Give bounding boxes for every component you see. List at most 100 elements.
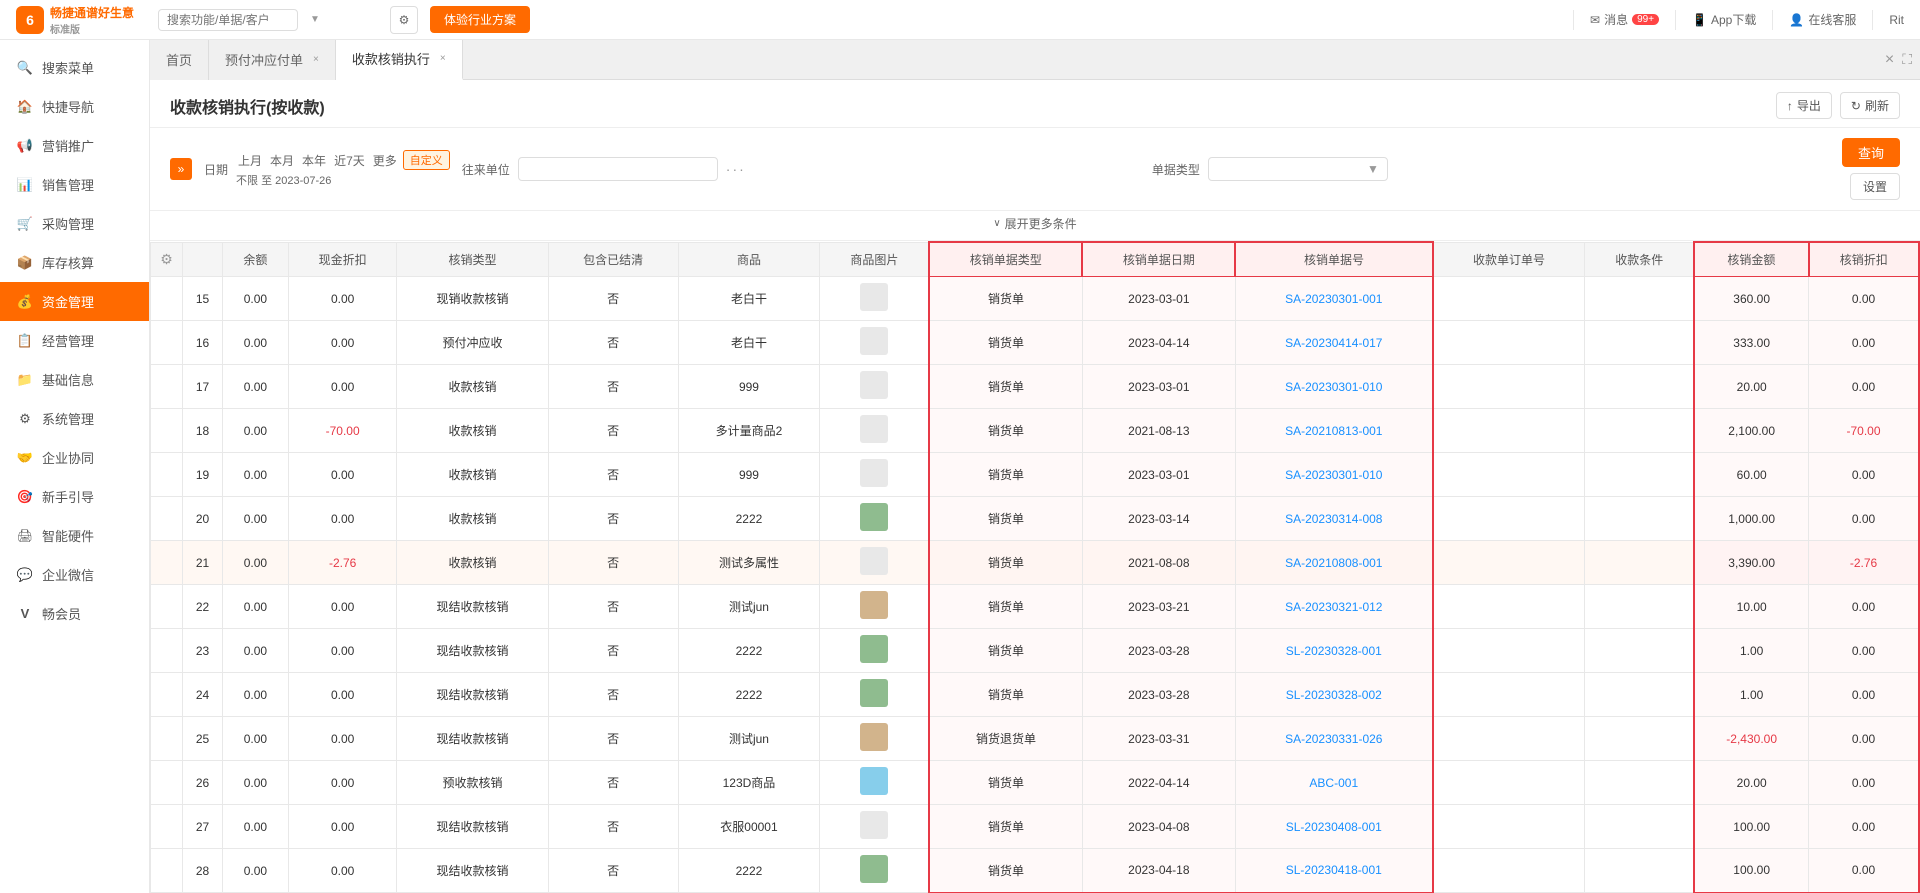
top-search-input[interactable] bbox=[158, 9, 298, 31]
query-btn[interactable]: 查询 bbox=[1842, 138, 1900, 167]
cell-receipt-condition bbox=[1585, 673, 1694, 717]
cell-included-settled: 否 bbox=[548, 629, 678, 673]
bill-no-link[interactable]: SA-20230301-001 bbox=[1285, 292, 1382, 306]
bill-no-link[interactable]: SA-20230331-026 bbox=[1285, 732, 1382, 746]
messages-btn[interactable]: ✉ 消息 99+ bbox=[1590, 11, 1659, 28]
cell-verify-bill-no: SA-20230301-010 bbox=[1235, 365, 1432, 409]
cell-verify-bill-date: 2023-03-01 bbox=[1082, 453, 1235, 497]
cell-receipt-condition bbox=[1585, 321, 1694, 365]
sidebar-item-guide[interactable]: 🎯 新手引导 bbox=[0, 477, 149, 516]
sidebar-item-sales[interactable]: 📊 销售管理 bbox=[0, 165, 149, 204]
sidebar-label-guide: 新手引导 bbox=[42, 487, 94, 506]
user-btn[interactable]: Rit bbox=[1889, 13, 1904, 27]
settings-btn[interactable]: ⚙ bbox=[390, 6, 418, 34]
bill-no-link[interactable]: SA-20230301-010 bbox=[1285, 380, 1382, 394]
cell-receipt-condition bbox=[1585, 365, 1694, 409]
cell-cash-discount: 0.00 bbox=[288, 453, 397, 497]
cell-verify-discount: 0.00 bbox=[1809, 453, 1919, 497]
filter-bar: » 日期 上月 本月 本年 近7天 更多 自定义 不限 至 2023-07-26 bbox=[150, 128, 1920, 211]
bill-no-link[interactable]: SA-20210813-001 bbox=[1285, 424, 1382, 438]
export-icon: ↑ bbox=[1787, 99, 1793, 113]
bill-no-link[interactable]: SA-20230414-017 bbox=[1285, 336, 1382, 350]
cell-verify-amount: 10.00 bbox=[1694, 585, 1808, 629]
refresh-btn[interactable]: ↻ 刷新 bbox=[1840, 92, 1900, 119]
date-custom-btn[interactable]: 自定义 bbox=[403, 150, 450, 170]
app-download-btn[interactable]: 📱 App下载 bbox=[1692, 11, 1756, 28]
cell-goods-img bbox=[820, 585, 929, 629]
cell-receipt-order-no bbox=[1433, 541, 1585, 585]
cell-verify-discount: 0.00 bbox=[1809, 629, 1919, 673]
sidebar-item-inventory[interactable]: 📦 库存核算 bbox=[0, 243, 149, 282]
bill-no-link[interactable]: SA-20210808-001 bbox=[1285, 556, 1382, 570]
cell-receipt-order-no bbox=[1433, 453, 1585, 497]
sidebar-item-navigation[interactable]: 🏠 快捷导航 bbox=[0, 87, 149, 126]
cell-goods: 2222 bbox=[678, 849, 820, 893]
tab-prepay[interactable]: 预付冲应付单 × bbox=[209, 40, 336, 80]
bill-no-link[interactable]: SL-20230328-001 bbox=[1286, 644, 1382, 658]
cell-verify-bill-date: 2023-03-21 bbox=[1082, 585, 1235, 629]
sidebar-item-operation[interactable]: 📋 经营管理 bbox=[0, 321, 149, 360]
cell-goods-img bbox=[820, 321, 929, 365]
date-7days[interactable]: 近7天 bbox=[332, 152, 367, 169]
bill-no-link[interactable]: SA-20230321-012 bbox=[1285, 600, 1382, 614]
cell-balance: 0.00 bbox=[223, 277, 289, 321]
sidebar-item-search[interactable]: 🔍 搜索菜单 bbox=[0, 48, 149, 87]
tab-close-prepay[interactable]: × bbox=[313, 54, 319, 65]
cell-verify-bill-no: ABC-001 bbox=[1235, 761, 1432, 805]
partner-input[interactable] bbox=[518, 157, 718, 181]
bill-no-link[interactable]: SL-20230408-001 bbox=[1286, 820, 1382, 834]
date-this-month[interactable]: 本月 bbox=[268, 152, 296, 169]
bill-type-select[interactable]: ▼ bbox=[1208, 157, 1388, 181]
cell-verify-bill-no: SA-20230314-008 bbox=[1235, 497, 1432, 541]
cell-goods-img bbox=[820, 541, 929, 585]
table-row: 20 0.00 0.00 收款核销 否 2222 销货单 2023-03-14 … bbox=[151, 497, 1920, 541]
sidebar-label-wechat: 企业微信 bbox=[42, 565, 94, 584]
sidebar-item-system[interactable]: ⚙ 系统管理 bbox=[0, 399, 149, 438]
date-this-year[interactable]: 本年 bbox=[300, 152, 328, 169]
partner-dots: ··· bbox=[726, 161, 746, 177]
bill-no-link[interactable]: SA-20230301-010 bbox=[1285, 468, 1382, 482]
date-last-month[interactable]: 上月 bbox=[236, 152, 264, 169]
cell-settings bbox=[151, 673, 183, 717]
date-more[interactable]: 更多 bbox=[371, 152, 399, 169]
brand-text: 畅捷通谱好生意 标准版 bbox=[50, 4, 134, 36]
set-btn[interactable]: 设置 bbox=[1850, 173, 1900, 200]
cell-included-settled: 否 bbox=[548, 673, 678, 717]
sidebar-item-marketing[interactable]: 📢 营销推广 bbox=[0, 126, 149, 165]
cell-verify-discount: 0.00 bbox=[1809, 717, 1919, 761]
sidebar-item-basic[interactable]: 📁 基础信息 bbox=[0, 360, 149, 399]
cell-verify-bill-date: 2023-03-01 bbox=[1082, 277, 1235, 321]
col-header-settings[interactable]: ⚙ bbox=[151, 242, 183, 277]
cell-verify-type: 现结收款核销 bbox=[397, 717, 548, 761]
sidebar-item-collab[interactable]: 🤝 企业协同 bbox=[0, 438, 149, 477]
cell-receipt-order-no bbox=[1433, 673, 1585, 717]
expand-arrow-btn[interactable]: » bbox=[170, 158, 192, 180]
sidebar-item-finance[interactable]: 💰 资金管理 bbox=[0, 282, 149, 321]
sidebar-item-hardware[interactable]: 🖨 智能硬件 bbox=[0, 516, 149, 555]
export-btn[interactable]: ↑ 导出 bbox=[1776, 92, 1832, 119]
tab-receipt[interactable]: 收款核销执行 × bbox=[336, 40, 463, 80]
table-row: 28 0.00 0.00 现结收款核销 否 2222 销货单 2023-04-1… bbox=[151, 849, 1920, 893]
cell-included-settled: 否 bbox=[548, 761, 678, 805]
cell-verify-bill-date: 2021-08-08 bbox=[1082, 541, 1235, 585]
bill-no-link[interactable]: SL-20230418-001 bbox=[1286, 863, 1382, 877]
bill-no-link[interactable]: SL-20230328-002 bbox=[1286, 688, 1382, 702]
sidebar-item-member[interactable]: V 畅会员 bbox=[0, 594, 149, 633]
column-settings-icon[interactable]: ⚙ bbox=[160, 251, 173, 267]
service-btn[interactable]: 👤 在线客服 bbox=[1789, 11, 1856, 28]
sidebar-item-wechat[interactable]: 💬 企业微信 bbox=[0, 555, 149, 594]
sidebar-item-purchase[interactable]: 🛒 采购管理 bbox=[0, 204, 149, 243]
maximize-btn[interactable]: ⛶ bbox=[1902, 51, 1912, 68]
purchase-icon: 🛒 bbox=[16, 215, 34, 233]
select-arrow-icon: ▼ bbox=[1367, 162, 1379, 176]
cell-receipt-condition bbox=[1585, 585, 1694, 629]
cell-cash-discount: 0.00 bbox=[288, 365, 397, 409]
bill-no-link[interactable]: ABC-001 bbox=[1309, 776, 1358, 790]
expand-more-btn[interactable]: ∨ 展开更多条件 bbox=[993, 215, 1076, 232]
close-tab-btn[interactable]: × bbox=[1885, 51, 1894, 69]
tab-close-receipt[interactable]: × bbox=[440, 53, 446, 64]
solution-btn[interactable]: 体验行业方案 bbox=[430, 6, 530, 33]
tab-home[interactable]: 首页 bbox=[150, 40, 209, 80]
bill-no-link[interactable]: SA-20230314-008 bbox=[1285, 512, 1382, 526]
table-container[interactable]: ⚙ 余额 现金折扣 核销类型 包含已结清 商品 商品图片 核销单据类型 核销单据… bbox=[150, 241, 1920, 893]
